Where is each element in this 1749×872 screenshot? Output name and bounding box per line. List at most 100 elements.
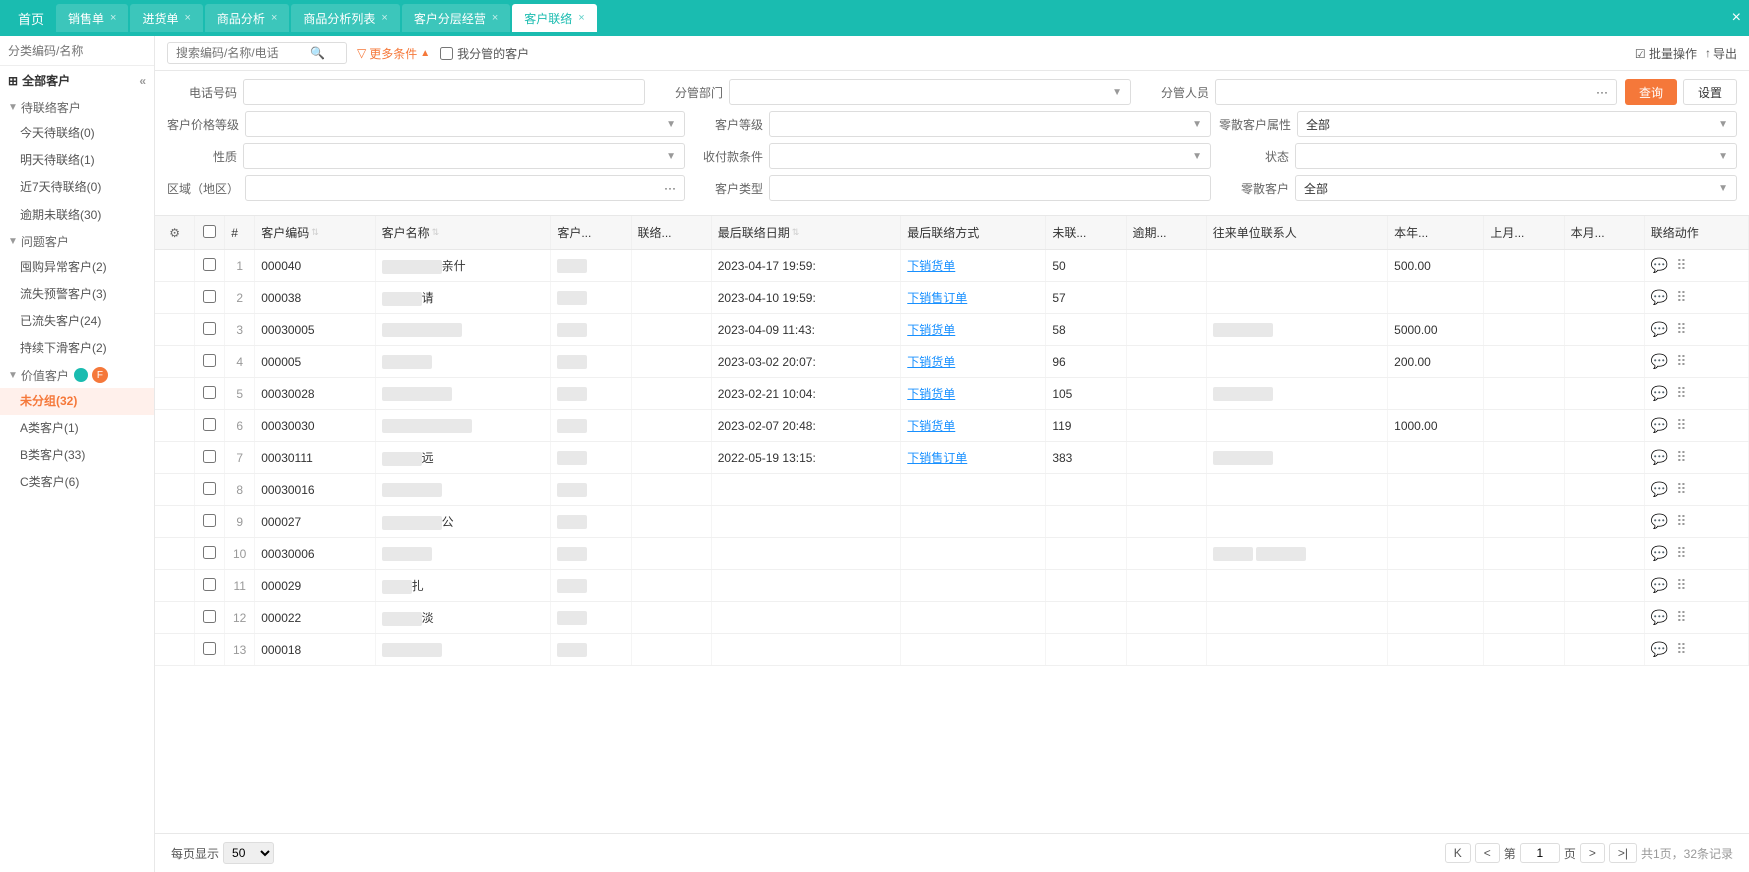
- customer-name[interactable]: [375, 346, 551, 378]
- message-icon[interactable]: 💬: [1651, 609, 1668, 626]
- row-checkbox[interactable]: [203, 322, 216, 335]
- message-icon[interactable]: 💬: [1651, 449, 1668, 466]
- row-checkbox-cell[interactable]: [195, 602, 225, 634]
- row-checkbox[interactable]: [203, 418, 216, 431]
- grid-action-icon[interactable]: ⠿: [1676, 481, 1686, 498]
- customer-name[interactable]: [375, 314, 551, 346]
- sidebar-item-c-class[interactable]: C类客户(6): [0, 469, 154, 496]
- row-checkbox-cell[interactable]: [195, 506, 225, 538]
- message-icon[interactable]: 💬: [1651, 545, 1668, 562]
- tab-customer-tier[interactable]: 客户分层经营 ×: [402, 4, 510, 32]
- price-grade-select[interactable]: ▼: [245, 111, 685, 137]
- grid-action-icon[interactable]: ⠿: [1676, 257, 1686, 274]
- customer-name[interactable]: 请请: [375, 282, 551, 314]
- close-tab-contact[interactable]: ×: [578, 12, 584, 24]
- message-icon[interactable]: 💬: [1651, 513, 1668, 530]
- home-tab[interactable]: 首页: [8, 9, 54, 28]
- sidebar-item-declining[interactable]: 持续下滑客户(2): [0, 335, 154, 362]
- dept-select[interactable]: ▼: [729, 79, 1131, 105]
- sidebar-item-b-class[interactable]: B类客户(33): [0, 442, 154, 469]
- grid-action-icon[interactable]: ⠿: [1676, 353, 1686, 370]
- last-contact-way[interactable]: [901, 474, 1046, 506]
- message-icon[interactable]: 💬: [1651, 577, 1668, 594]
- sidebar-item-tomorrow[interactable]: 明天待联络(1): [0, 147, 154, 174]
- row-checkbox-cell[interactable]: [195, 346, 225, 378]
- last-contact-way[interactable]: [901, 538, 1046, 570]
- customer-name[interactable]: [375, 410, 551, 442]
- page-number-input[interactable]: [1520, 843, 1560, 863]
- last-contact-way[interactable]: [901, 570, 1046, 602]
- sidebar-group-value[interactable]: ▼ 价值客户 F: [0, 363, 154, 388]
- reset-btn[interactable]: 设置: [1683, 79, 1737, 105]
- sidebar-item-overdue[interactable]: 逾期未联络(30): [0, 202, 154, 229]
- close-window-icon[interactable]: ×: [1732, 9, 1741, 27]
- row-checkbox[interactable]: [203, 450, 216, 463]
- sidebar-item-today[interactable]: 今天待联络(0): [0, 120, 154, 147]
- row-checkbox-cell[interactable]: [195, 474, 225, 506]
- grid-action-icon[interactable]: ⠿: [1676, 449, 1686, 466]
- prev-page-btn[interactable]: <: [1475, 843, 1500, 863]
- phone-input[interactable]: [243, 79, 645, 105]
- last-contact-way[interactable]: 下销货单: [901, 250, 1046, 282]
- row-checkbox-cell[interactable]: [195, 282, 225, 314]
- tab-customer-contact[interactable]: 客户联络 ×: [512, 4, 596, 32]
- tab-purchase-order[interactable]: 进货单 ×: [130, 4, 202, 32]
- cust-type-select[interactable]: [769, 175, 1211, 201]
- message-icon[interactable]: 💬: [1651, 289, 1668, 306]
- close-tab-product-analysis[interactable]: ×: [271, 12, 277, 24]
- more-conditions-btn[interactable]: ▽ 更多条件 ▲: [357, 45, 430, 62]
- select-all-checkbox[interactable]: [203, 225, 216, 238]
- grid-action-icon[interactable]: ⠿: [1676, 577, 1686, 594]
- customer-name[interactable]: 远远: [375, 442, 551, 474]
- tab-sales-order[interactable]: 销售单 ×: [56, 4, 128, 32]
- last-contact-way[interactable]: 下销货单: [901, 346, 1046, 378]
- sidebar-group-pending[interactable]: ▼ 待联络客户: [0, 95, 154, 120]
- my-customers-check[interactable]: [440, 47, 453, 60]
- message-icon[interactable]: 💬: [1651, 417, 1668, 434]
- sidebar-item-ungrp[interactable]: 未分组(32): [0, 388, 154, 415]
- message-icon[interactable]: 💬: [1651, 353, 1668, 370]
- row-checkbox-cell[interactable]: [195, 634, 225, 666]
- settings-column-header[interactable]: ⚙: [155, 216, 195, 250]
- next-page-btn[interactable]: >: [1580, 843, 1605, 863]
- manager-select[interactable]: ···: [1215, 79, 1617, 105]
- last-contact-way[interactable]: 下销售订单: [901, 442, 1046, 474]
- row-checkbox-cell[interactable]: [195, 538, 225, 570]
- row-checkbox[interactable]: [203, 546, 216, 559]
- col-header-last-date[interactable]: 最后联络日期⇅: [711, 216, 901, 250]
- row-checkbox-cell[interactable]: [195, 250, 225, 282]
- last-contact-way[interactable]: [901, 634, 1046, 666]
- customer-name[interactable]: 淡淡: [375, 602, 551, 634]
- customer-name[interactable]: 公公: [375, 506, 551, 538]
- row-checkbox[interactable]: [203, 386, 216, 399]
- row-checkbox-cell[interactable]: [195, 314, 225, 346]
- close-tab-sales-order[interactable]: ×: [110, 12, 116, 24]
- message-icon[interactable]: 💬: [1651, 385, 1668, 402]
- sidebar-item-7days[interactable]: 近7天待联络(0): [0, 174, 154, 201]
- select-all-header[interactable]: [195, 216, 225, 250]
- retail-customer-select[interactable]: 全部 ▼: [1295, 175, 1737, 201]
- message-icon[interactable]: 💬: [1651, 641, 1668, 658]
- retail-attr-select[interactable]: 全部 ▼: [1297, 111, 1737, 137]
- search-input[interactable]: [176, 46, 306, 60]
- last-contact-way[interactable]: 下销货单: [901, 378, 1046, 410]
- search-icon[interactable]: 🔍: [310, 46, 325, 60]
- all-customers-section[interactable]: ⊞ 全部客户 «: [0, 66, 154, 95]
- col-header-name[interactable]: 客户名称⇅: [375, 216, 551, 250]
- last-contact-way[interactable]: 下销售订单: [901, 282, 1046, 314]
- row-checkbox-cell[interactable]: [195, 570, 225, 602]
- category-search-input[interactable]: [8, 44, 155, 58]
- last-page-btn[interactable]: >|: [1609, 843, 1637, 863]
- message-icon[interactable]: 💬: [1651, 481, 1668, 498]
- status-select[interactable]: ▼: [1295, 143, 1737, 169]
- col-header-code[interactable]: 客户编码⇅: [255, 216, 375, 250]
- close-tab-tier[interactable]: ×: [492, 12, 498, 24]
- sidebar-item-hoarding[interactable]: 囤购异常客户(2): [0, 254, 154, 281]
- row-checkbox-cell[interactable]: [195, 442, 225, 474]
- message-icon[interactable]: 💬: [1651, 321, 1668, 338]
- row-checkbox[interactable]: [203, 258, 216, 271]
- grid-action-icon[interactable]: ⠿: [1676, 641, 1686, 658]
- query-btn[interactable]: 查询: [1625, 79, 1677, 105]
- grid-action-icon[interactable]: ⠿: [1676, 385, 1686, 402]
- row-checkbox[interactable]: [203, 482, 216, 495]
